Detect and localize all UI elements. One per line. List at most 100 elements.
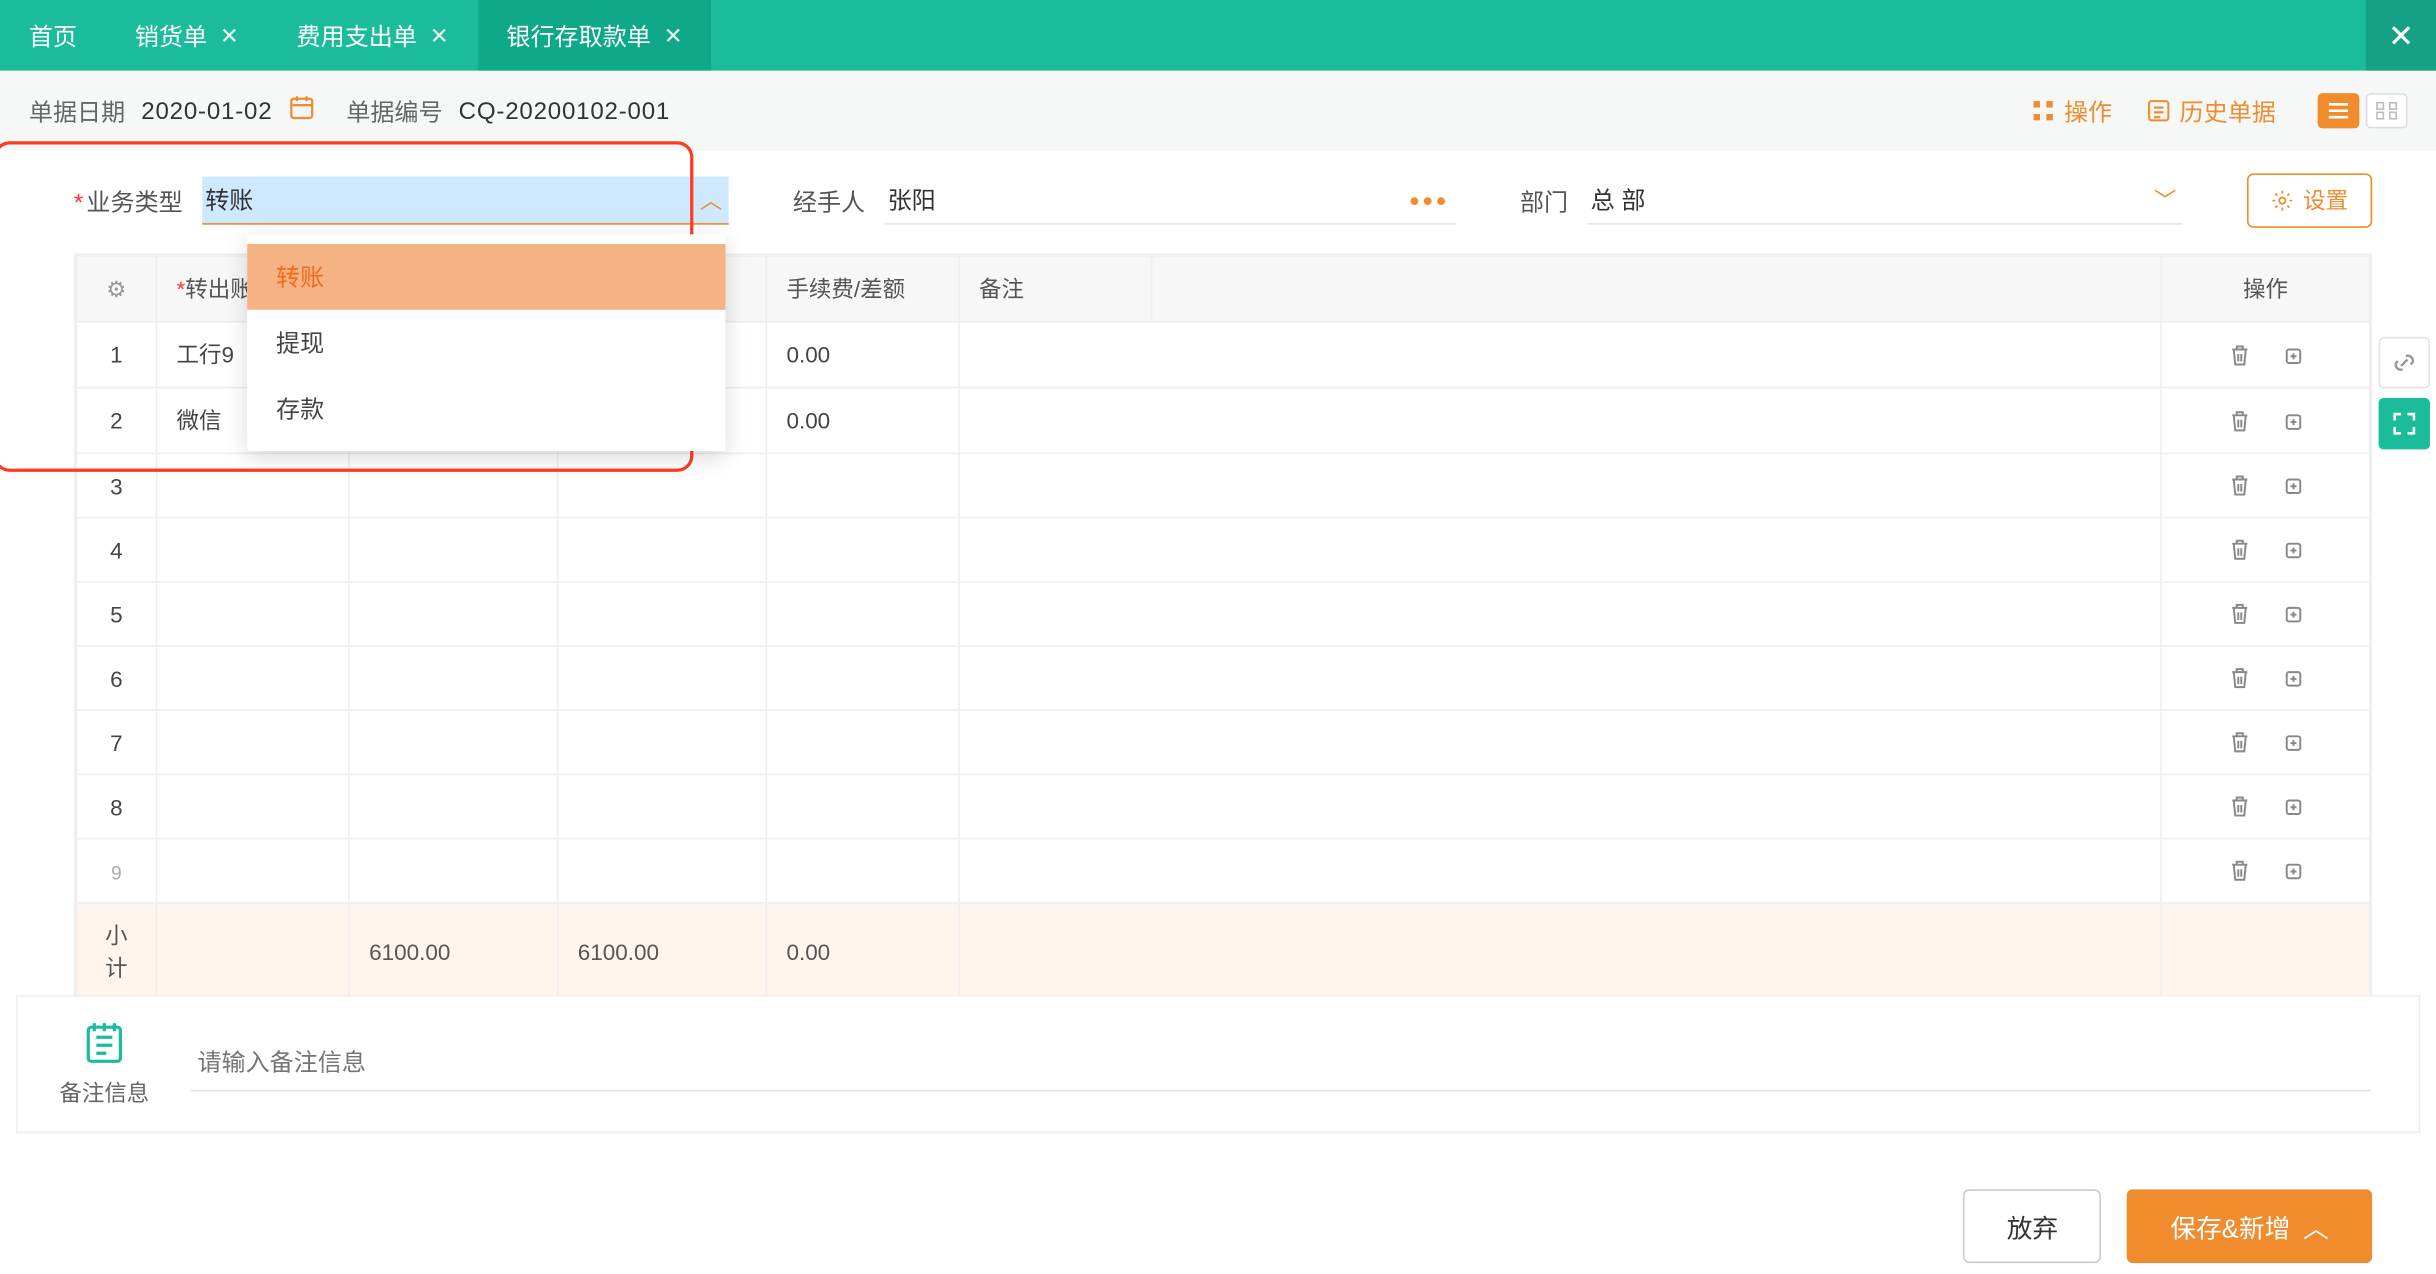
copy-row-button[interactable] [2280, 794, 2304, 818]
dept-input[interactable] [1587, 177, 2182, 225]
gear-icon [2271, 189, 2293, 211]
cell-out-amt[interactable] [349, 646, 558, 710]
cell-out-amt[interactable] [349, 518, 558, 582]
cell-out-acct[interactable] [156, 839, 349, 903]
delete-row-button[interactable] [2227, 602, 2251, 626]
history-label: 历史单据 [2180, 94, 2276, 128]
close-icon[interactable]: ✕ [664, 22, 683, 49]
delete-row-button[interactable] [2227, 859, 2251, 883]
cell-out-acct[interactable] [156, 582, 349, 646]
cell-in-amt[interactable] [558, 774, 767, 838]
close-icon[interactable]: ✕ [220, 22, 239, 49]
cell-out-amt[interactable] [349, 839, 558, 903]
cell-remark[interactable] [959, 453, 2161, 517]
tab[interactable]: 销货单✕ [106, 0, 268, 71]
link-icon [2391, 350, 2417, 376]
cell-out-amt[interactable] [349, 453, 558, 517]
remark-input[interactable] [191, 1037, 2371, 1092]
copy-row-button[interactable] [2280, 730, 2304, 754]
ops-label: 操作 [2064, 94, 2112, 128]
delete-row-button[interactable] [2227, 730, 2251, 754]
dropdown-option[interactable]: 提现 [247, 310, 725, 376]
table-row: 9 [76, 839, 2370, 903]
cell-remark[interactable] [959, 518, 2161, 582]
cell-out-amt[interactable] [349, 582, 558, 646]
date-value[interactable]: 2020-01-02 [141, 97, 272, 124]
cell-remark[interactable] [959, 646, 2161, 710]
more-icon[interactable]: ••• [1409, 184, 1449, 218]
close-panel-button[interactable] [2366, 0, 2436, 71]
calendar-icon[interactable] [288, 95, 314, 127]
view-list-button[interactable] [2318, 93, 2360, 128]
cell-in-amt[interactable] [558, 710, 767, 774]
cell-fee[interactable] [766, 518, 959, 582]
delete-row-button[interactable] [2227, 538, 2251, 562]
lines-icon [2327, 101, 2349, 120]
settings-button[interactable]: 设置 [2247, 173, 2372, 228]
delete-row-button[interactable] [2227, 794, 2251, 818]
copy-row-button[interactable] [2280, 666, 2304, 690]
cell-fee[interactable]: 0.00 [766, 322, 959, 388]
cell-remark[interactable] [959, 839, 2161, 903]
biz-type-input[interactable] [202, 177, 729, 225]
cell-in-amt[interactable] [558, 518, 767, 582]
cell-out-acct[interactable] [156, 774, 349, 838]
tab[interactable]: 银行存取款单✕ [478, 0, 712, 71]
copy-row-button[interactable] [2280, 408, 2304, 432]
cell-fee[interactable] [766, 646, 959, 710]
cell-fee[interactable] [766, 839, 959, 903]
note-icon [80, 1019, 128, 1067]
cell-out-acct[interactable] [156, 518, 349, 582]
view-card-button[interactable] [2366, 93, 2408, 128]
cell-out-acct[interactable] [156, 710, 349, 774]
table-row: 3 [76, 453, 2370, 517]
link-button[interactable] [2379, 337, 2430, 388]
tab[interactable]: 首页 [0, 0, 106, 71]
expand-button[interactable] [2379, 398, 2430, 449]
cell-remark[interactable] [959, 710, 2161, 774]
side-rail [2379, 337, 2436, 449]
delete-row-button[interactable] [2227, 473, 2251, 497]
cell-fee[interactable]: 0.00 [766, 388, 959, 454]
cell-out-acct[interactable] [156, 646, 349, 710]
cell-fee[interactable] [766, 582, 959, 646]
cell-in-amt[interactable] [558, 453, 767, 517]
copy-row-button[interactable] [2280, 859, 2304, 883]
cell-fee[interactable] [766, 710, 959, 774]
delete-row-button[interactable] [2227, 666, 2251, 690]
biz-type-field: *业务类型 ︿ 转账 提现 存款 [74, 177, 729, 225]
copy-row-button[interactable] [2280, 538, 2304, 562]
cell-in-amt[interactable] [558, 646, 767, 710]
cell-fee[interactable] [766, 453, 959, 517]
copy-row-button[interactable] [2280, 602, 2304, 626]
delete-row-button[interactable] [2227, 408, 2251, 432]
handler-label: 经手人 [793, 184, 865, 218]
cell-remark[interactable] [959, 388, 2161, 454]
copy-row-button[interactable] [2280, 473, 2304, 497]
history-button[interactable]: 历史单据 [2138, 94, 2286, 128]
save-new-button[interactable]: 保存&新增 ︿ [2127, 1189, 2372, 1263]
ops-button[interactable]: 操作 [2022, 94, 2122, 128]
cell-out-amt[interactable] [349, 710, 558, 774]
cell-in-amt[interactable] [558, 839, 767, 903]
close-icon[interactable]: ✕ [430, 22, 449, 49]
cell-remark[interactable] [959, 582, 2161, 646]
copy-row-button[interactable] [2280, 343, 2304, 367]
dropdown-option[interactable]: 存款 [247, 376, 725, 442]
tab[interactable]: 费用支出单✕ [268, 0, 478, 71]
cell-out-amt[interactable] [349, 774, 558, 838]
cell-out-acct[interactable] [156, 453, 349, 517]
chevron-up-icon: ︿ [2303, 1207, 2329, 1246]
delete-row-button[interactable] [2227, 343, 2251, 367]
row-index: 7 [76, 710, 156, 774]
gear-header[interactable]: ⚙ [76, 256, 156, 322]
discard-button[interactable]: 放弃 [1963, 1189, 2101, 1263]
handler-input[interactable] [884, 177, 1455, 225]
table-row: 7 [76, 710, 2370, 774]
cell-remark[interactable] [959, 774, 2161, 838]
cell-in-amt[interactable] [558, 582, 767, 646]
cell-remark[interactable] [959, 322, 2161, 388]
cards-icon [2375, 101, 2397, 120]
dropdown-option[interactable]: 转账 [247, 244, 725, 310]
cell-fee[interactable] [766, 774, 959, 838]
